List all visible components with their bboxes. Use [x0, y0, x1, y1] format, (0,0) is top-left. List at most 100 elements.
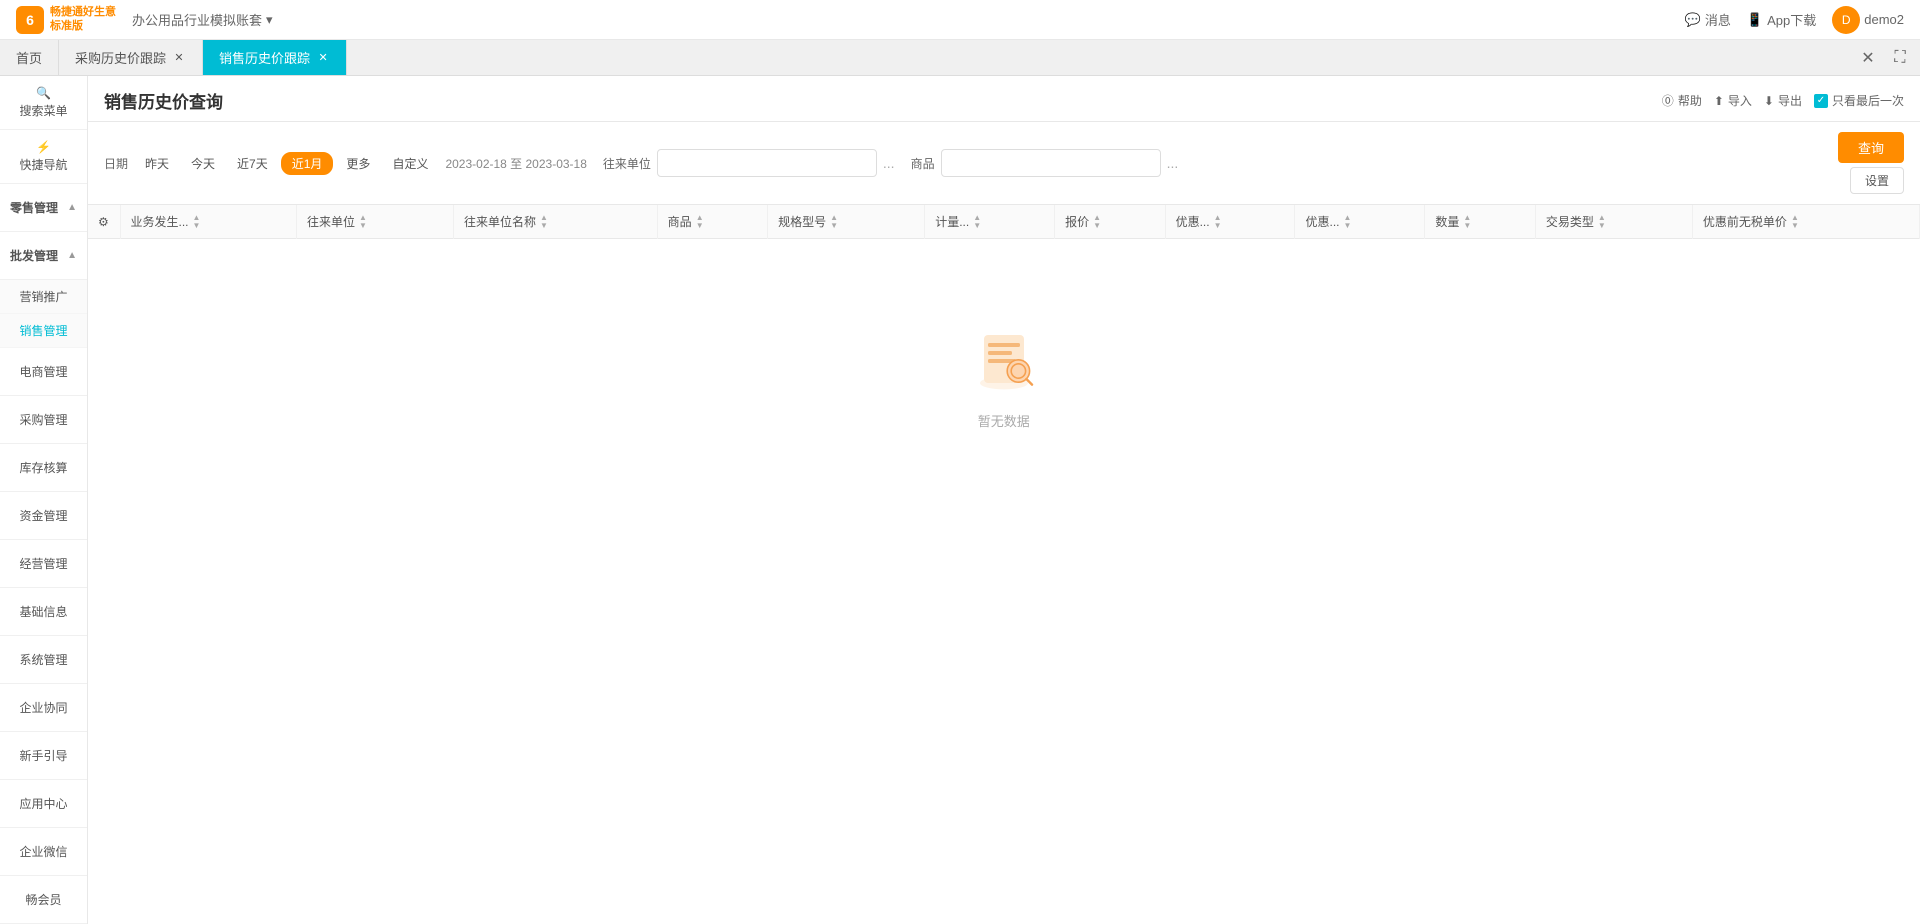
- sidebar-item-search[interactable]: 🔍 搜索菜单: [0, 76, 87, 130]
- date-btn-1month[interactable]: 近1月: [281, 152, 334, 175]
- sort-arrows-measure: ▲▼: [973, 214, 981, 230]
- checkbox-icon: ✓: [1814, 94, 1828, 108]
- th-spec[interactable]: 规格型号 ▲▼: [768, 205, 925, 239]
- page-header: 销售历史价查询 ⓪ 帮助 ⬆ 导入 ⬇ 导出 ✓ 只看最后一次: [88, 76, 1920, 122]
- date-btn-today[interactable]: 今天: [182, 152, 224, 175]
- goods-filter-group: 商品 ...: [911, 149, 1179, 177]
- sort-arrows-price: ▲▼: [1093, 214, 1101, 230]
- main-content: 销售历史价查询 ⓪ 帮助 ⬆ 导入 ⬇ 导出 ✓ 只看最后一次: [88, 76, 1920, 924]
- sidebar: 🔍 搜索菜单 ⚡ 快捷导航 零售管理 ▲ 批发管理 ▲ 营销推广 销售管理 电商…: [0, 76, 88, 924]
- date-btn-7days[interactable]: 近7天: [228, 152, 277, 175]
- sidebar-item-inventory[interactable]: 库存核算: [0, 444, 87, 492]
- sidebar-item-system[interactable]: 系统管理: [0, 636, 87, 684]
- page-actions: ⓪ 帮助 ⬆ 导入 ⬇ 导出 ✓ 只看最后一次: [1662, 92, 1904, 109]
- setting-button[interactable]: 设置: [1850, 167, 1904, 194]
- message-nav-item[interactable]: 💬 消息: [1685, 10, 1731, 29]
- help-button[interactable]: ⓪ 帮助: [1662, 92, 1702, 109]
- query-button[interactable]: 查询: [1838, 132, 1904, 163]
- import-icon: ⬆: [1714, 94, 1724, 108]
- table-body: 暂无数据: [88, 239, 1920, 511]
- tab-sales-history[interactable]: 销售历史价跟踪 ✕: [203, 40, 347, 75]
- th-settings[interactable]: ⚙: [88, 205, 120, 239]
- th-discount2[interactable]: 优惠... ▲▼: [1295, 205, 1425, 239]
- layout: 🔍 搜索菜单 ⚡ 快捷导航 零售管理 ▲ 批发管理 ▲ 营销推广 销售管理 电商…: [0, 76, 1920, 924]
- date-filter-label: 日期: [104, 155, 128, 172]
- logo-text: 畅捷通好生意 标准版: [50, 6, 116, 32]
- sort-arrows-pretax: ▲▼: [1791, 214, 1799, 230]
- empty-text: 暂无数据: [978, 411, 1030, 430]
- goods-filter-input[interactable]: [941, 149, 1161, 177]
- date-btn-more[interactable]: 更多: [337, 152, 379, 175]
- sidebar-item-member[interactable]: 畅会员: [0, 876, 87, 924]
- goods-filter-label: 商品: [911, 155, 935, 172]
- th-discount1[interactable]: 优惠... ▲▼: [1165, 205, 1295, 239]
- tab-home[interactable]: 首页: [0, 40, 59, 75]
- th-unit-code[interactable]: 往来单位 ▲▼: [296, 205, 453, 239]
- th-unit-name[interactable]: 往来单位名称 ▲▼: [454, 205, 658, 239]
- th-price[interactable]: 报价 ▲▼: [1055, 205, 1165, 239]
- tab-bar-actions: ✕ ⛶: [1848, 40, 1920, 75]
- sidebar-item-wholesale[interactable]: 批发管理 ▲: [0, 232, 87, 280]
- wholesale-arrow-icon: ▲: [67, 250, 77, 261]
- filter-action-area: 查询 设置: [1838, 132, 1904, 194]
- date-btn-yesterday[interactable]: 昨天: [136, 152, 178, 175]
- export-button[interactable]: ⬇ 导出: [1764, 92, 1802, 109]
- chevron-down-icon: ▾: [266, 12, 273, 28]
- header-right: 💬 消息 📱 App下载 D demo2: [1685, 6, 1904, 34]
- sidebar-item-sales-mgmt[interactable]: 销售管理: [0, 314, 87, 348]
- date-filter-group: 日期 昨天 今天 近7天 近1月 更多 自定义 2023-02-18 至 202…: [104, 152, 587, 175]
- filter-area: 日期 昨天 今天 近7天 近1月 更多 自定义 2023-02-18 至 202…: [88, 122, 1920, 205]
- th-unit-measure[interactable]: 计量... ▲▼: [925, 205, 1055, 239]
- maximize-window-button[interactable]: ⛶: [1888, 46, 1912, 70]
- download-nav-item[interactable]: 📱 App下载: [1747, 10, 1816, 29]
- unit-filter-input[interactable]: [657, 149, 877, 177]
- sidebar-item-basic-info[interactable]: 基础信息: [0, 588, 87, 636]
- unit-filter-label: 往来单位: [603, 155, 651, 172]
- page-title: 销售历史价查询: [104, 88, 223, 113]
- th-trade-type[interactable]: 交易类型 ▲▼: [1535, 205, 1692, 239]
- th-pretax-price[interactable]: 优惠前无税单价 ▲▼: [1692, 205, 1919, 239]
- help-icon: ⓪: [1662, 92, 1674, 109]
- sidebar-item-retail[interactable]: 零售管理 ▲: [0, 184, 87, 232]
- sidebar-item-marketing[interactable]: 营销推广: [0, 280, 87, 314]
- sidebar-item-wechat[interactable]: 企业微信: [0, 828, 87, 876]
- th-qty[interactable]: 数量 ▲▼: [1425, 205, 1535, 239]
- sidebar-item-purchase[interactable]: 采购管理: [0, 396, 87, 444]
- sort-arrows-date: ▲▼: [193, 214, 201, 230]
- settings-icon: ⚙: [98, 215, 109, 229]
- close-window-button[interactable]: ✕: [1856, 46, 1880, 70]
- sidebar-item-collab[interactable]: 企业协同: [0, 684, 87, 732]
- sidebar-item-shortcuts[interactable]: ⚡ 快捷导航: [0, 130, 87, 184]
- tab-purchase-history[interactable]: 采购历史价跟踪 ✕: [59, 40, 203, 75]
- goods-filter-dots[interactable]: ...: [1167, 155, 1179, 171]
- empty-state: 暂无数据: [88, 239, 1920, 510]
- sort-arrows-goods: ▲▼: [696, 214, 704, 230]
- sidebar-item-ecommerce[interactable]: 电商管理: [0, 348, 87, 396]
- workspace-selector[interactable]: 办公用品行业模拟账套 ▾: [124, 8, 281, 31]
- shortcuts-icon: ⚡: [36, 140, 51, 154]
- sort-arrows-trade: ▲▼: [1598, 214, 1606, 230]
- sort-arrows-disc2: ▲▼: [1344, 214, 1352, 230]
- date-buttons: 昨天 今天 近7天 近1月 更多 自定义: [136, 152, 437, 175]
- tab-bar: 首页 采购历史价跟踪 ✕ 销售历史价跟踪 ✕ ✕ ⛶: [0, 40, 1920, 76]
- logo-icon: 6: [16, 6, 44, 34]
- date-btn-custom[interactable]: 自定义: [383, 152, 437, 175]
- message-icon: 💬: [1685, 12, 1701, 28]
- import-button[interactable]: ⬆ 导入: [1714, 92, 1752, 109]
- export-icon: ⬇: [1764, 94, 1774, 108]
- sort-arrows-qty: ▲▼: [1463, 214, 1471, 230]
- sidebar-item-operations[interactable]: 经营管理: [0, 540, 87, 588]
- tab-close-sales[interactable]: ✕: [316, 51, 330, 65]
- sidebar-item-guide[interactable]: 新手引导: [0, 732, 87, 780]
- sort-arrows-unit: ▲▼: [359, 214, 367, 230]
- sidebar-item-appstore[interactable]: 应用中心: [0, 780, 87, 828]
- header-left: 6 畅捷通好生意 标准版 办公用品行业模拟账套 ▾: [16, 6, 281, 34]
- sidebar-item-finance[interactable]: 资金管理: [0, 492, 87, 540]
- th-goods[interactable]: 商品 ▲▼: [657, 205, 767, 239]
- unit-filter-dots[interactable]: ...: [883, 155, 895, 171]
- last-only-checkbox[interactable]: ✓ 只看最后一次: [1814, 92, 1904, 109]
- user-nav-item[interactable]: D demo2: [1832, 6, 1904, 34]
- download-icon: 📱: [1747, 12, 1763, 28]
- tab-close-purchase[interactable]: ✕: [172, 51, 186, 65]
- th-business-date[interactable]: 业务发生... ▲▼: [120, 205, 296, 239]
